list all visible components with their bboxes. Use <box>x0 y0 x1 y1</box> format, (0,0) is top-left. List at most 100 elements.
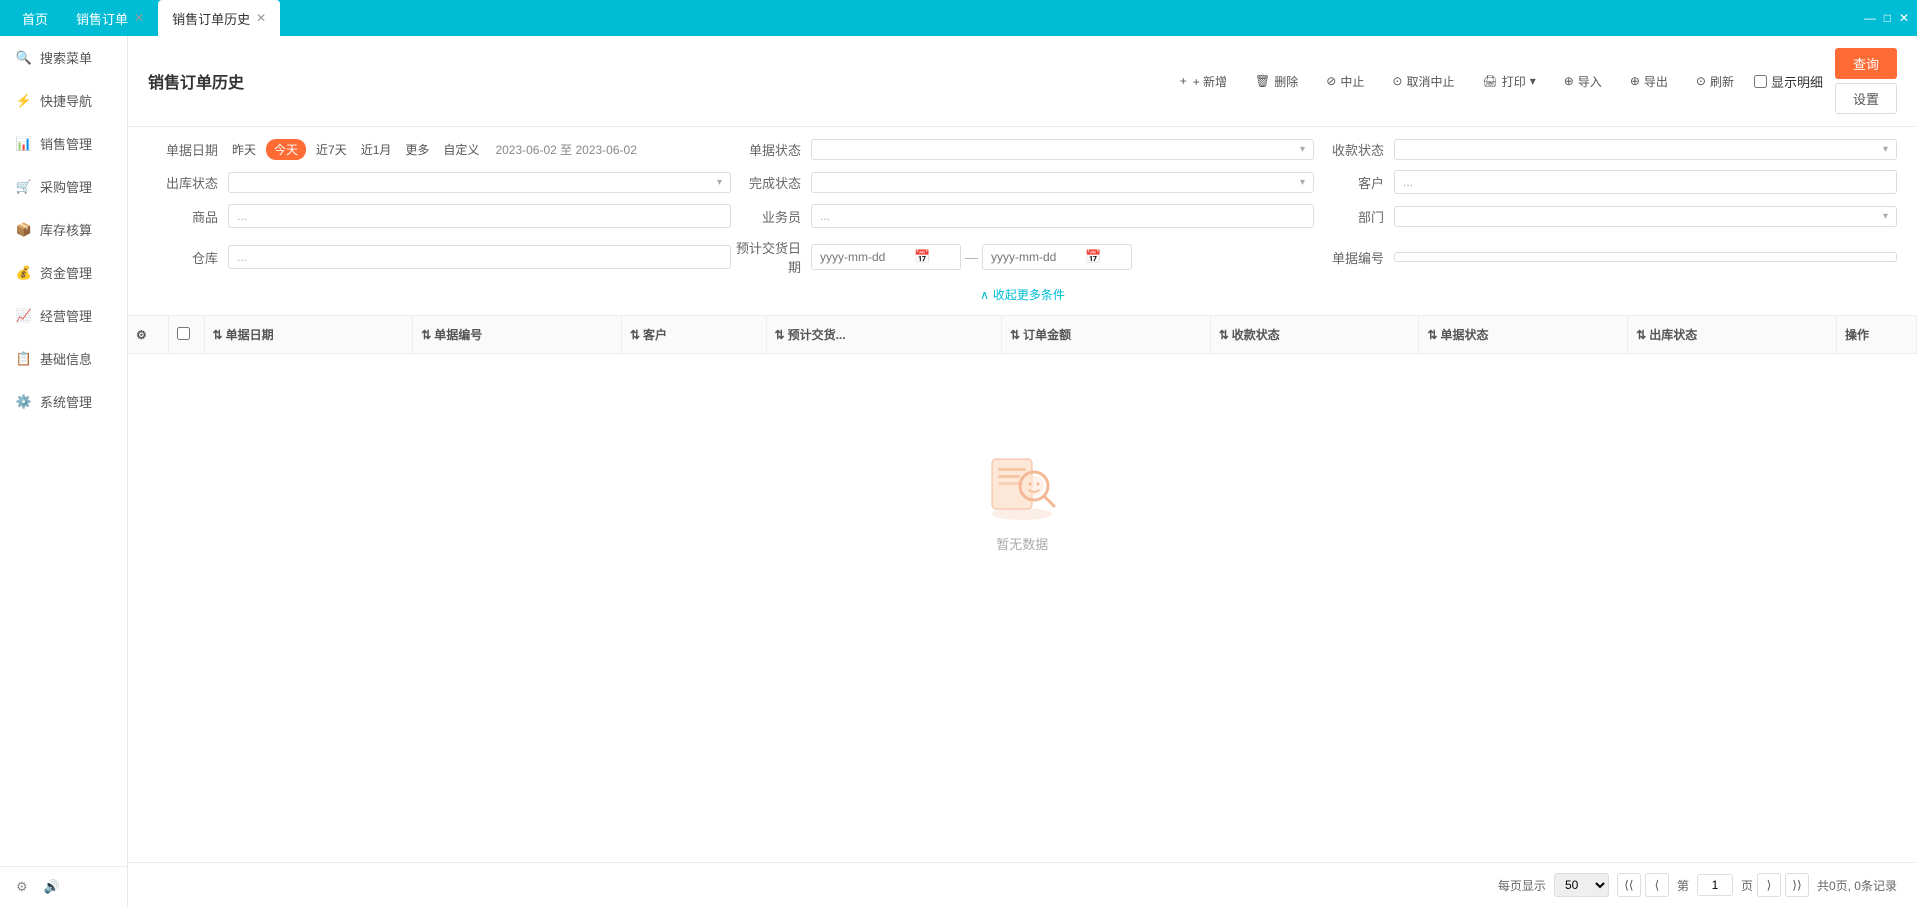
sidebar-gear-icon[interactable]: ⚙ <box>16 879 28 895</box>
refresh-button[interactable]: ⊙ 刷新 <box>1688 69 1742 94</box>
shortcut-more[interactable]: 更多 <box>401 139 433 160</box>
tab-home-label: 首页 <box>22 9 48 28</box>
expected-date-to[interactable]: 📅 <box>982 244 1132 270</box>
th-payment-status[interactable]: ⇅ 收款状态 <box>1210 316 1419 354</box>
status-select[interactable]: ▾ <box>811 139 1314 160</box>
th-amount[interactable]: ⇅ 订单金额 <box>1002 316 1211 354</box>
import-button[interactable]: ⊕ 导入 <box>1556 69 1610 94</box>
sidebar-item-search-menu[interactable]: 🔍 搜索菜单 <box>0 36 127 79</box>
last-page-btn[interactable]: ⟩⟩ <box>1785 873 1809 897</box>
outstock-select[interactable]: ▾ <box>228 172 731 193</box>
maximize-btn[interactable]: □ <box>1884 11 1891 25</box>
customer-dots: ... <box>1403 175 1413 189</box>
complete-filter: 完成状态 ▾ <box>731 172 1314 193</box>
sidebar-item-ops-mgmt[interactable]: 📈 经营管理 <box>0 294 127 337</box>
stop-button[interactable]: ⊘ 中止 <box>1318 69 1372 94</box>
collapse-up-icon: ∧ <box>980 288 989 302</box>
sidebar-item-finance[interactable]: 💰 资金管理 <box>0 251 127 294</box>
department-select[interactable]: ▾ <box>1394 206 1897 227</box>
refresh-label: 刷新 <box>1710 73 1734 90</box>
first-page-btn[interactable]: ⟨⟨ <box>1617 873 1641 897</box>
th-payment-status-sort[interactable]: ⇅ 收款状态 <box>1219 326 1411 343</box>
calendar-from-icon[interactable]: 📅 <box>914 249 930 265</box>
th-ops: 操作 <box>1837 316 1917 354</box>
select-all-checkbox[interactable] <box>177 327 190 340</box>
page-size-label: 每页显示 <box>1498 877 1546 894</box>
th-amount-sort[interactable]: ⇅ 订单金额 <box>1010 326 1202 343</box>
order-no-input[interactable] <box>1394 252 1897 262</box>
delete-button[interactable]: 🗑 删除 <box>1247 69 1306 94</box>
cancel-stop-button[interactable]: ⊙ 取消中止 <box>1384 69 1462 94</box>
sidebar-item-sys-mgmt[interactable]: ⚙️ 系统管理 <box>0 380 127 423</box>
th-order-no-sort[interactable]: ⇅ 单据编号 <box>421 326 613 343</box>
prev-page-btn[interactable]: ⟨ <box>1645 873 1669 897</box>
sidebar-item-sales-mgmt[interactable]: 📊 销售管理 <box>0 122 127 165</box>
shortcut-yesterday[interactable]: 昨天 <box>228 139 260 160</box>
warehouse-input[interactable]: ... <box>228 245 731 269</box>
sales-mgmt-icon: 📊 <box>16 136 32 152</box>
date-to-input[interactable] <box>991 250 1081 264</box>
query-button[interactable]: 查询 <box>1835 48 1897 79</box>
tab-sales-order-close[interactable]: ✕ <box>134 11 144 25</box>
page-number-input[interactable] <box>1697 874 1733 896</box>
tab-sales-order[interactable]: 销售订单 ✕ <box>62 0 158 36</box>
th-amount-sort-icon: ⇅ <box>1010 328 1020 342</box>
th-out-status-sort[interactable]: ⇅ 出库状态 <box>1636 326 1828 343</box>
payment-select[interactable]: ▾ <box>1394 139 1897 160</box>
sidebar-speaker-icon[interactable]: 🔊 <box>44 879 60 895</box>
sidebar-item-quick-nav[interactable]: ⚡ 快捷导航 <box>0 79 127 122</box>
set-button[interactable]: 设置 <box>1835 83 1897 114</box>
toolbar: + + 新增 🗑 删除 ⊘ 中止 ⊙ 取消中止 🖨 打印 <box>1172 48 1897 114</box>
status-arrow-icon: ▾ <box>1300 144 1305 155</box>
sys-mgmt-icon: ⚙️ <box>16 394 32 410</box>
page-size-select[interactable]: 10 20 50 100 <box>1554 873 1609 897</box>
tab-home[interactable]: 首页 <box>8 0 62 36</box>
salesperson-input[interactable]: ... <box>811 204 1314 228</box>
customer-label: 客户 <box>1314 173 1394 192</box>
th-expected[interactable]: ⇅ 预计交货... <box>766 316 1001 354</box>
purchase-mgmt-icon: 🛒 <box>16 179 32 195</box>
settings-icon[interactable]: ⚙ <box>136 328 147 342</box>
calendar-to-icon[interactable]: 📅 <box>1085 249 1101 265</box>
shortcut-custom[interactable]: 自定义 <box>439 139 483 160</box>
complete-select[interactable]: ▾ <box>811 172 1314 193</box>
sidebar-item-basic-info[interactable]: 📋 基础信息 <box>0 337 127 380</box>
show-detail-checkbox[interactable] <box>1754 75 1767 88</box>
collapse-bar[interactable]: ∧ 收起更多条件 <box>148 286 1897 303</box>
expected-date-from[interactable]: 📅 <box>811 244 961 270</box>
th-order-no[interactable]: ⇅ 单据编号 <box>413 316 622 354</box>
th-doc-status-sort[interactable]: ⇅ 单据状态 <box>1427 326 1619 343</box>
minimize-btn[interactable]: — <box>1864 11 1876 25</box>
th-date-sort[interactable]: ⇅ 单据日期 <box>213 326 405 343</box>
shortcut-last7[interactable]: 近7天 <box>312 139 351 160</box>
th-customer[interactable]: ⇅ 客户 <box>621 316 766 354</box>
new-button[interactable]: + + 新增 <box>1172 69 1235 94</box>
table-header-row: ⚙ ⇅ 单据日期 ⇅ <box>128 316 1917 354</box>
th-customer-sort[interactable]: ⇅ 客户 <box>630 326 758 343</box>
customer-input[interactable]: ... <box>1394 170 1897 194</box>
th-out-status[interactable]: ⇅ 出库状态 <box>1628 316 1837 354</box>
date-from-input[interactable] <box>820 250 910 264</box>
shortcut-last1m[interactable]: 近1月 <box>357 139 396 160</box>
tab-sales-order-history[interactable]: 销售订单历史 ✕ <box>158 0 280 36</box>
close-btn-window[interactable]: ✕ <box>1899 11 1909 25</box>
product-label: 商品 <box>148 207 228 226</box>
shortcut-today[interactable]: 今天 <box>266 139 306 160</box>
data-table: ⚙ ⇅ 单据日期 ⇅ <box>128 316 1917 643</box>
th-settings[interactable]: ⚙ <box>128 316 168 354</box>
next-page-btn[interactable]: ⟩ <box>1757 873 1781 897</box>
th-expected-sort[interactable]: ⇅ 预计交货... <box>775 326 993 343</box>
th-ops-label: 操作 <box>1845 328 1869 342</box>
sidebar: 🔍 搜索菜单 ⚡ 快捷导航 📊 销售管理 🛒 采购管理 📦 库存核算 💰 资金管… <box>0 36 128 907</box>
export-button[interactable]: ⊕ 导出 <box>1622 69 1676 94</box>
th-checkbox[interactable] <box>168 316 204 354</box>
tab-sales-order-history-close[interactable]: ✕ <box>256 11 266 25</box>
sidebar-item-purchase-mgmt[interactable]: 🛒 采购管理 <box>0 165 127 208</box>
collapse-label: 收起更多条件 <box>993 286 1065 303</box>
print-button[interactable]: 🖨 打印 ▾ <box>1474 69 1543 94</box>
th-doc-status[interactable]: ⇅ 单据状态 <box>1419 316 1628 354</box>
product-input[interactable]: ... <box>228 204 731 228</box>
th-date[interactable]: ⇅ 单据日期 <box>204 316 413 354</box>
sidebar-item-inventory[interactable]: 📦 库存核算 <box>0 208 127 251</box>
date-shortcuts: 昨天 今天 近7天 近1月 更多 自定义 2023-06-02 至 2023-0… <box>228 139 731 160</box>
